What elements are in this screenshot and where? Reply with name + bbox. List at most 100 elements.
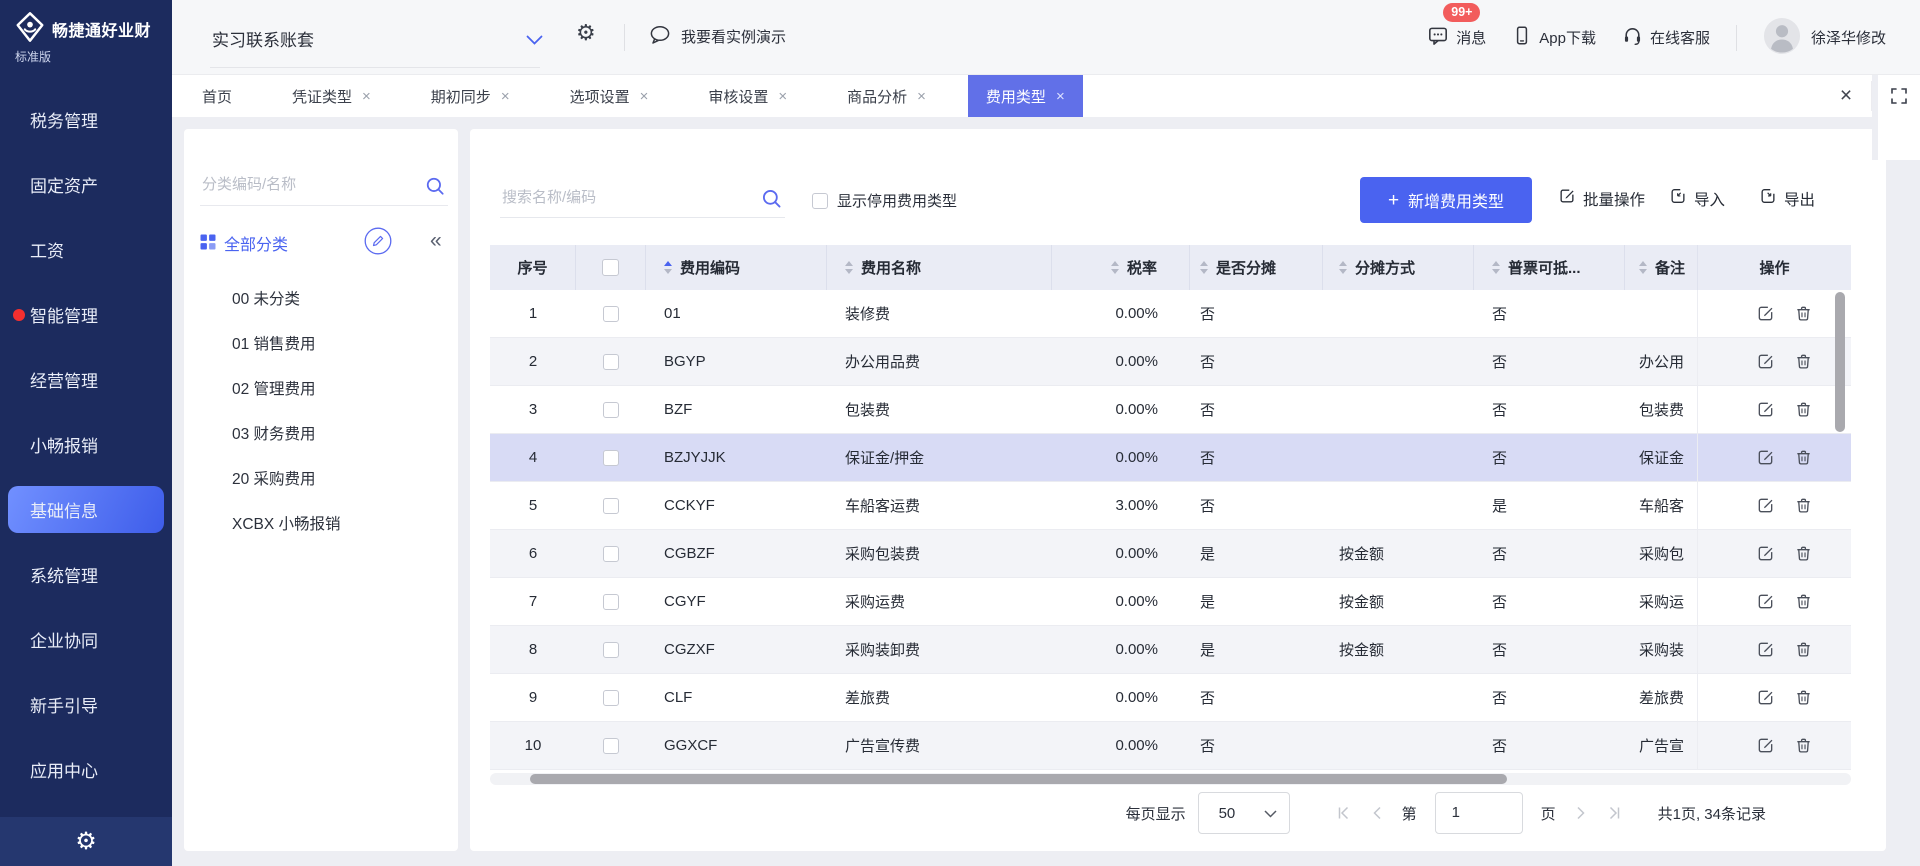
edit-category-button[interactable] [364, 227, 392, 255]
category-search-input[interactable]: 分类编码/名称 [200, 167, 448, 206]
vertical-scrollbar[interactable] [1835, 292, 1845, 432]
close-tab-icon[interactable]: × [640, 89, 649, 104]
delete-row-button[interactable] [1794, 640, 1814, 660]
sidebar-item-2[interactable]: 固定资产 [0, 152, 172, 217]
select-all-checkbox[interactable] [602, 259, 619, 276]
sort-icon[interactable] [1110, 261, 1119, 274]
sidebar-item-10[interactable]: 新手引导 [0, 672, 172, 737]
edit-row-button[interactable] [1756, 400, 1776, 420]
delete-row-button[interactable] [1794, 736, 1814, 756]
import-button[interactable]: 导入 [1669, 187, 1725, 210]
table-row[interactable]: 2 BGYP 办公用品费 0.00% 否否办公用 [490, 338, 1851, 386]
row-checkbox[interactable] [603, 353, 619, 370]
per-page-select[interactable]: 50 [1197, 792, 1290, 834]
close-tab-icon[interactable]: × [1056, 89, 1065, 104]
tab-1[interactable]: 首页 [184, 75, 250, 117]
column-header-share[interactable]: 是否分摊 [1190, 245, 1323, 290]
search-icon[interactable] [760, 187, 783, 215]
edit-row-button[interactable] [1756, 640, 1776, 660]
sidebar-settings[interactable]: ⚙ [0, 817, 172, 866]
row-checkbox[interactable] [603, 401, 619, 418]
category-item[interactable]: 02 管理费用 [184, 367, 458, 412]
edit-row-button[interactable] [1756, 448, 1776, 468]
tab-4[interactable]: 选项设置 × [552, 75, 667, 117]
column-header-name[interactable]: 费用名称 [827, 245, 1052, 290]
export-button[interactable]: 导出 [1759, 187, 1815, 210]
category-item[interactable]: 20 采购费用 [184, 457, 458, 502]
row-checkbox[interactable] [603, 689, 619, 706]
tab-5[interactable]: 审核设置 × [690, 75, 805, 117]
demo-link[interactable]: 我要看实例演示 [648, 24, 786, 49]
user-menu[interactable]: 徐泽华修改 [1763, 17, 1886, 59]
table-row[interactable]: 6 CGBZF 采购包装费 0.00% 是按金额否采购包 [490, 530, 1851, 578]
table-row[interactable]: 7 CGYF 采购运费 0.00% 是按金额否采购运 [490, 578, 1851, 626]
row-checkbox[interactable] [603, 737, 619, 754]
edit-row-button[interactable] [1756, 592, 1776, 612]
row-checkbox[interactable] [603, 449, 619, 466]
sidebar-item-4[interactable]: 智能管理 [0, 282, 172, 347]
delete-row-button[interactable] [1794, 448, 1814, 468]
row-checkbox[interactable] [603, 545, 619, 562]
edit-row-button[interactable] [1756, 736, 1776, 756]
batch-actions-button[interactable]: 批量操作 [1558, 187, 1645, 210]
column-header-rate[interactable]: 税率 [1052, 245, 1190, 290]
table-row[interactable]: 5 CCKYF 车船客运费 3.00% 否是车船客 [490, 482, 1851, 530]
column-header-code[interactable]: 费用编码 [646, 245, 827, 290]
edit-row-button[interactable] [1756, 496, 1776, 516]
edit-row-button[interactable] [1756, 352, 1776, 372]
delete-row-button[interactable] [1794, 496, 1814, 516]
edit-row-button[interactable] [1756, 544, 1776, 564]
show-disabled-checkbox[interactable]: 显示停用费用类型 [812, 190, 957, 211]
fullscreen-button[interactable] [1889, 86, 1909, 106]
sort-icon[interactable] [1200, 261, 1208, 274]
category-item[interactable]: 01 销售费用 [184, 322, 458, 367]
table-row[interactable]: 9 CLF 差旅费 0.00% 否否差旅费 [490, 674, 1851, 722]
category-item[interactable]: 00 未分类 [184, 277, 458, 322]
tab-2[interactable]: 凭证类型 × [274, 75, 389, 117]
search-icon[interactable] [424, 175, 446, 202]
sidebar-item-1[interactable]: 税务管理 [0, 87, 172, 152]
support-button[interactable]: 在线客服 [1622, 25, 1710, 50]
sidebar-item-5[interactable]: 经营管理 [0, 347, 172, 412]
sort-icon[interactable] [1339, 261, 1347, 274]
delete-row-button[interactable] [1794, 688, 1814, 708]
close-all-tabs-button[interactable]: × [1828, 75, 1864, 117]
table-row[interactable]: 8 CGZXF 采购装卸费 0.00% 是按金额否采购装 [490, 626, 1851, 674]
table-row[interactable]: 4 BZJYJJK 保证金/押金 0.00% 否否保证金 [490, 434, 1851, 482]
close-tab-icon[interactable]: × [778, 89, 787, 104]
last-page-button[interactable] [1607, 805, 1623, 821]
delete-row-button[interactable] [1794, 352, 1814, 372]
sort-icon[interactable] [664, 261, 672, 274]
first-page-button[interactable] [1335, 805, 1351, 821]
sidebar-item-3[interactable]: 工资 [0, 217, 172, 282]
table-row[interactable]: 3 BZF 包装费 0.00% 否否包装费 [490, 386, 1851, 434]
edit-row-button[interactable] [1756, 688, 1776, 708]
delete-row-button[interactable] [1794, 400, 1814, 420]
column-header-deduct[interactable]: 普票可抵... [1474, 245, 1625, 290]
sidebar-item-7[interactable]: 基础信息 [0, 477, 172, 542]
sidebar-item-6[interactable]: 小畅报销 [0, 412, 172, 477]
tab-7[interactable]: 费用类型 × [967, 75, 1083, 117]
sidebar-item-11[interactable]: 应用中心 [0, 737, 172, 802]
close-tab-icon[interactable]: × [501, 89, 510, 104]
category-item[interactable]: 03 财务费用 [184, 412, 458, 457]
delete-row-button[interactable] [1794, 592, 1814, 612]
column-header-method[interactable]: 分摊方式 [1323, 245, 1474, 290]
row-checkbox[interactable] [603, 497, 619, 514]
next-page-button[interactable] [1573, 805, 1589, 821]
messages-button[interactable]: 99+ 消息 [1427, 3, 1486, 50]
table-row[interactable]: 10 GGXCF 广告宣传费 0.00% 否否广告宣 [490, 722, 1851, 770]
sidebar-item-9[interactable]: 企业协同 [0, 607, 172, 672]
category-item[interactable]: XCBX 小畅报销 [184, 502, 458, 547]
table-search-input[interactable]: 搜索名称/编码 [500, 180, 785, 218]
tab-3[interactable]: 期初同步 × [413, 75, 528, 117]
delete-row-button[interactable] [1794, 544, 1814, 564]
sort-icon[interactable] [1492, 261, 1500, 274]
sort-icon[interactable] [1639, 261, 1647, 274]
row-checkbox[interactable] [603, 305, 619, 322]
prev-page-button[interactable] [1369, 805, 1385, 821]
collapse-panel-button[interactable]: « [430, 227, 442, 255]
row-checkbox[interactable] [603, 593, 619, 610]
delete-row-button[interactable] [1794, 304, 1814, 324]
app-download-button[interactable]: App下载 [1512, 25, 1596, 50]
